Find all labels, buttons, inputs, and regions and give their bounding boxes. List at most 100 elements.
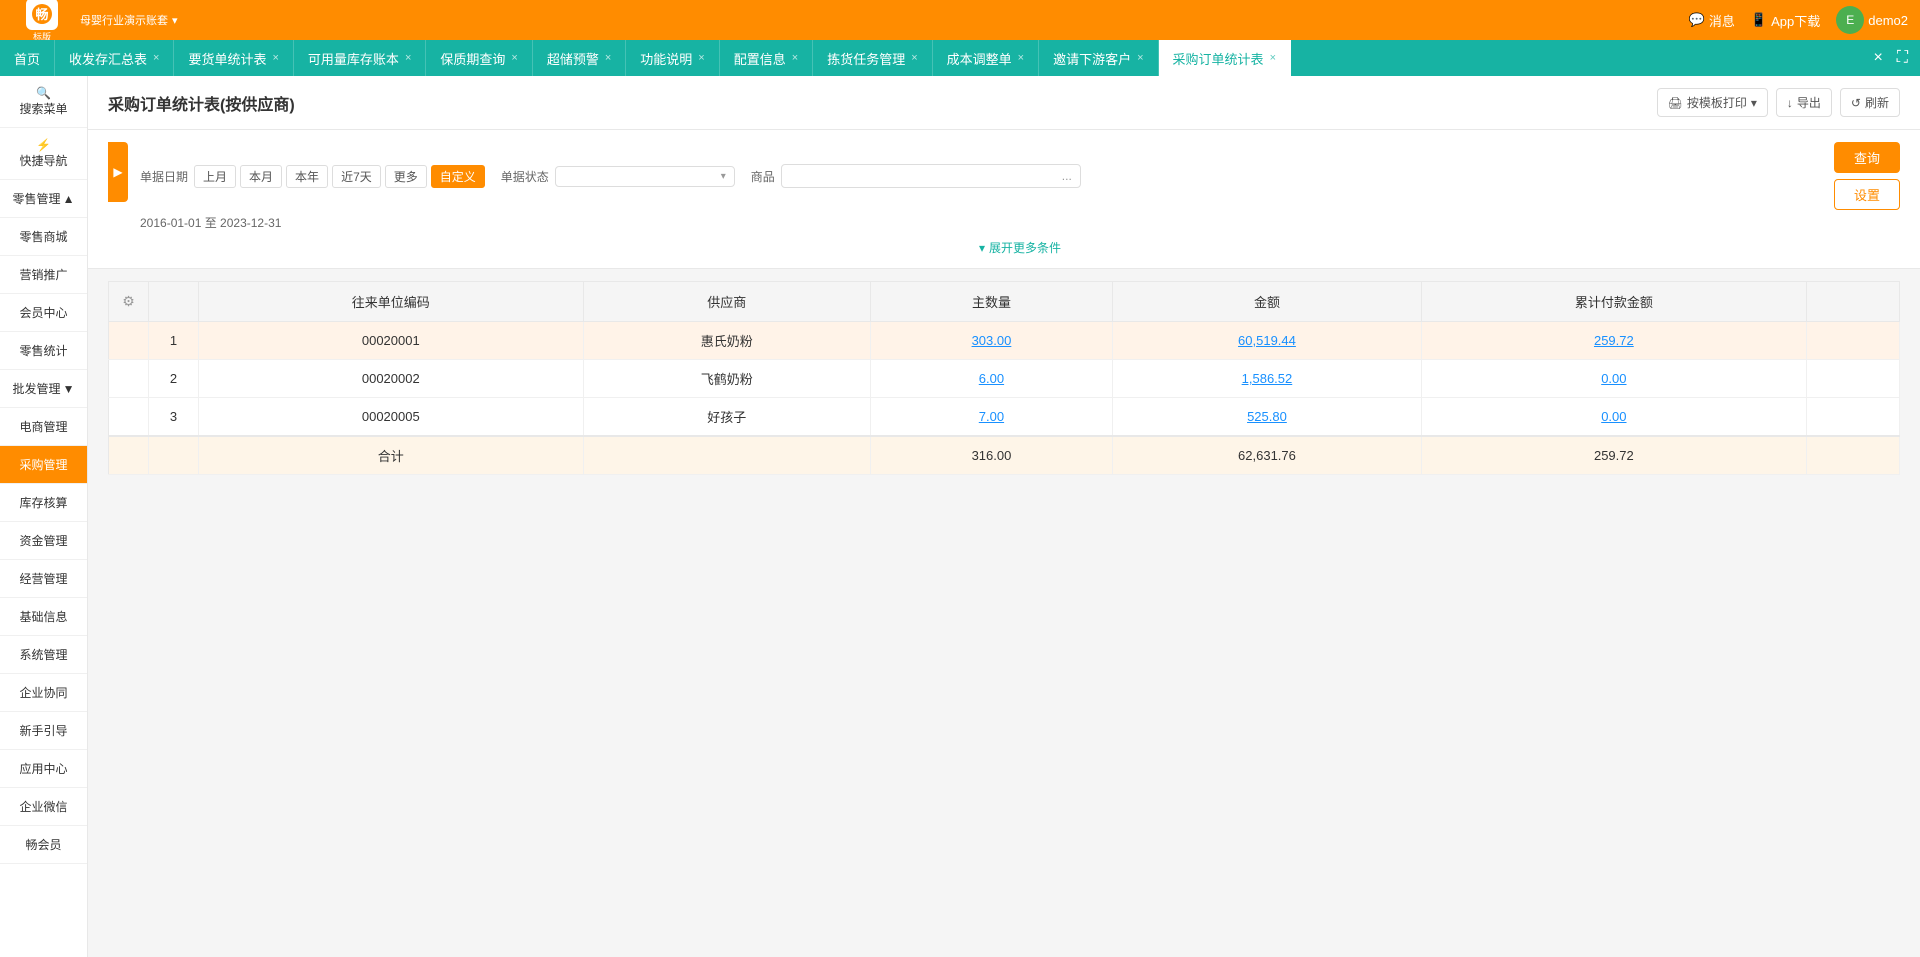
row3-supplier: 好孩子 <box>583 398 871 437</box>
sidebar-item-marketing[interactable]: 营销推广 <box>0 256 87 294</box>
tab-order-summary-close[interactable]: × <box>272 52 278 64</box>
message-btn[interactable]: 💬 消息 <box>1689 11 1735 30</box>
setting-button[interactable]: 设置 <box>1834 179 1900 210</box>
tab-receive-summary-label: 收发存汇总表 <box>69 49 147 68</box>
sidebar-item-wholesale[interactable]: 批发管理 ▼ <box>0 370 87 408</box>
tab-overstock-warning-label: 超储预警 <box>547 49 599 68</box>
sidebar-item-new-guide[interactable]: 新手引导 <box>0 712 87 750</box>
sidebar-item-retail-mall[interactable]: 零售商城 <box>0 218 87 256</box>
tab-pick-task[interactable]: 拣货任务管理 × <box>813 40 932 76</box>
user-profile[interactable]: E demo2 <box>1836 6 1908 34</box>
date-label: 单据日期 <box>140 168 188 185</box>
goods-input[interactable]: ... <box>781 164 1081 188</box>
query-button[interactable]: 查询 <box>1834 142 1900 173</box>
tab-invite-downstream[interactable]: 邀请下游客户 × <box>1039 40 1158 76</box>
tab-cost-adjust-label: 成本调整单 <box>947 49 1012 68</box>
col-extra-header <box>1806 282 1899 322</box>
refresh-button[interactable]: ↺ 刷新 <box>1840 88 1900 117</box>
row1-amount[interactable]: 60,519.44 <box>1112 322 1421 360</box>
tab-overstock-warning-close[interactable]: × <box>605 52 611 64</box>
sidebar-item-app-center[interactable]: 应用中心 <box>0 750 87 788</box>
tab-function-desc-close[interactable]: × <box>698 52 704 64</box>
footer-label: 合计 <box>199 436 584 475</box>
tab-available-stock-close[interactable]: × <box>405 52 411 64</box>
col-paid-amount-header: 累计付款金额 <box>1422 282 1807 322</box>
action-buttons: 查询 设置 <box>1834 142 1900 210</box>
col-unit-code-header: 往来单位编码 <box>199 282 584 322</box>
row2-paid-amount[interactable]: 0.00 <box>1422 360 1807 398</box>
sidebar-item-retail-stat[interactable]: 零售统计 <box>0 332 87 370</box>
tab-receive-summary[interactable]: 收发存汇总表 × <box>55 40 174 76</box>
sidebar-item-quick-nav[interactable]: ⚡ 快捷导航 <box>0 128 87 180</box>
tab-expiry-query[interactable]: 保质期查询 × <box>426 40 532 76</box>
sidebar-item-finance[interactable]: 资金管理 <box>0 522 87 560</box>
tab-config-info-close[interactable]: × <box>792 52 798 64</box>
row2-amount[interactable]: 1,586.52 <box>1112 360 1421 398</box>
tab-config-info[interactable]: 配置信息 × <box>720 40 813 76</box>
shortcut-this-year[interactable]: 本年 <box>286 165 328 188</box>
tab-overstock-warning[interactable]: 超储预警 × <box>533 40 626 76</box>
data-table: ⚙ 往来单位编码 供应商 主数量 金额 累计付款金额 1 <box>108 281 1900 475</box>
status-select[interactable]: ▾ <box>555 166 735 187</box>
col-supplier-header: 供应商 <box>583 282 871 322</box>
goods-label: 商品 <box>751 168 775 185</box>
tab-expand-btn[interactable]: ⛶ <box>1893 47 1912 69</box>
sidebar-item-basic-info[interactable]: 基础信息 <box>0 598 87 636</box>
sidebar-item-member[interactable]: 会员中心 <box>0 294 87 332</box>
goods-more-btn[interactable]: ... <box>1062 169 1072 183</box>
tab-receive-summary-close[interactable]: × <box>153 52 159 64</box>
export-button[interactable]: ↓ 导出 <box>1776 88 1832 117</box>
sidebar-item-enterprise[interactable]: 企业协同 <box>0 674 87 712</box>
row1-paid-amount[interactable]: 259.72 <box>1422 322 1807 360</box>
sidebar-item-inventory-label: 库存核算 <box>4 494 83 511</box>
sidebar-item-inventory[interactable]: 库存核算 <box>0 484 87 522</box>
sidebar-item-vip-member[interactable]: 畅会员 <box>0 826 87 864</box>
footer-quantity: 316.00 <box>871 436 1113 475</box>
tab-expiry-query-close[interactable]: × <box>511 52 517 64</box>
tab-invite-downstream-close[interactable]: × <box>1137 52 1143 64</box>
sidebar-item-ecommerce[interactable]: 电商管理 <box>0 408 87 446</box>
table-header-row: ⚙ 往来单位编码 供应商 主数量 金额 累计付款金额 <box>109 282 1900 322</box>
sidebar-item-search-label: 搜索菜单 <box>4 100 83 117</box>
sidebar-item-purchase[interactable]: 采购管理 <box>0 446 87 484</box>
expand-more-btn[interactable]: ▾ 展开更多条件 <box>140 239 1900 256</box>
tab-home[interactable]: 首页 <box>0 40 55 76</box>
sidebar-item-operations[interactable]: 经营管理 <box>0 560 87 598</box>
print-button[interactable]: 🖨 按模板打印 ▾ <box>1657 88 1768 117</box>
sidebar-item-retail-stat-label: 零售统计 <box>4 342 83 359</box>
date-shortcuts: 上月 本月 本年 近7天 更多 自定义 <box>194 165 485 188</box>
tab-available-stock-label: 可用量库存账本 <box>308 49 399 68</box>
retail-expand-icon: ▲ <box>63 192 75 206</box>
row3-quantity[interactable]: 7.00 <box>871 398 1113 437</box>
row2-extra <box>1806 360 1899 398</box>
row2-quantity[interactable]: 6.00 <box>871 360 1113 398</box>
tab-cost-adjust[interactable]: 成本调整单 × <box>933 40 1039 76</box>
shortcut-custom[interactable]: 自定义 <box>431 165 485 188</box>
tab-function-desc[interactable]: 功能说明 × <box>626 40 719 76</box>
tab-available-stock[interactable]: 可用量库存账本 × <box>294 40 426 76</box>
footer-extra <box>1806 436 1899 475</box>
filter-toggle-btn[interactable]: ▶ <box>108 142 128 202</box>
row3-amount[interactable]: 525.80 <box>1112 398 1421 437</box>
row1-quantity[interactable]: 303.00 <box>871 322 1113 360</box>
page-title: 采购订单统计表(按供应商) <box>108 91 295 127</box>
app-download-btn[interactable]: 📱 App下载 <box>1751 11 1820 30</box>
sidebar-item-retail[interactable]: 零售管理 ▲ <box>0 180 87 218</box>
tab-purchase-order-stat-close[interactable]: × <box>1270 52 1276 64</box>
shortcut-7days[interactable]: 近7天 <box>332 165 381 188</box>
tab-close-all-btn[interactable]: × <box>1869 47 1886 69</box>
shortcut-this-month[interactable]: 本月 <box>240 165 282 188</box>
table-settings-icon[interactable]: ⚙ <box>122 293 135 309</box>
shortcut-last-month[interactable]: 上月 <box>194 165 236 188</box>
row3-paid-amount[interactable]: 0.00 <box>1422 398 1807 437</box>
tab-cost-adjust-close[interactable]: × <box>1018 52 1024 64</box>
workspace-selector[interactable]: 母婴行业演示账套 ▾ <box>80 12 178 28</box>
sidebar-item-enterprise-wechat[interactable]: 企业微信 <box>0 788 87 826</box>
tab-purchase-order-stat[interactable]: 采购订单统计表 × <box>1159 40 1291 76</box>
sidebar-item-system[interactable]: 系统管理 <box>0 636 87 674</box>
sidebar-item-search[interactable]: 🔍 搜索菜单 <box>0 76 87 128</box>
tab-order-summary[interactable]: 要货单统计表 × <box>174 40 293 76</box>
shortcut-more[interactable]: 更多 <box>385 165 427 188</box>
tab-pick-task-close[interactable]: × <box>911 52 917 64</box>
page-header-actions: 🖨 按模板打印 ▾ ↓ 导出 ↺ 刷新 <box>1657 88 1900 129</box>
